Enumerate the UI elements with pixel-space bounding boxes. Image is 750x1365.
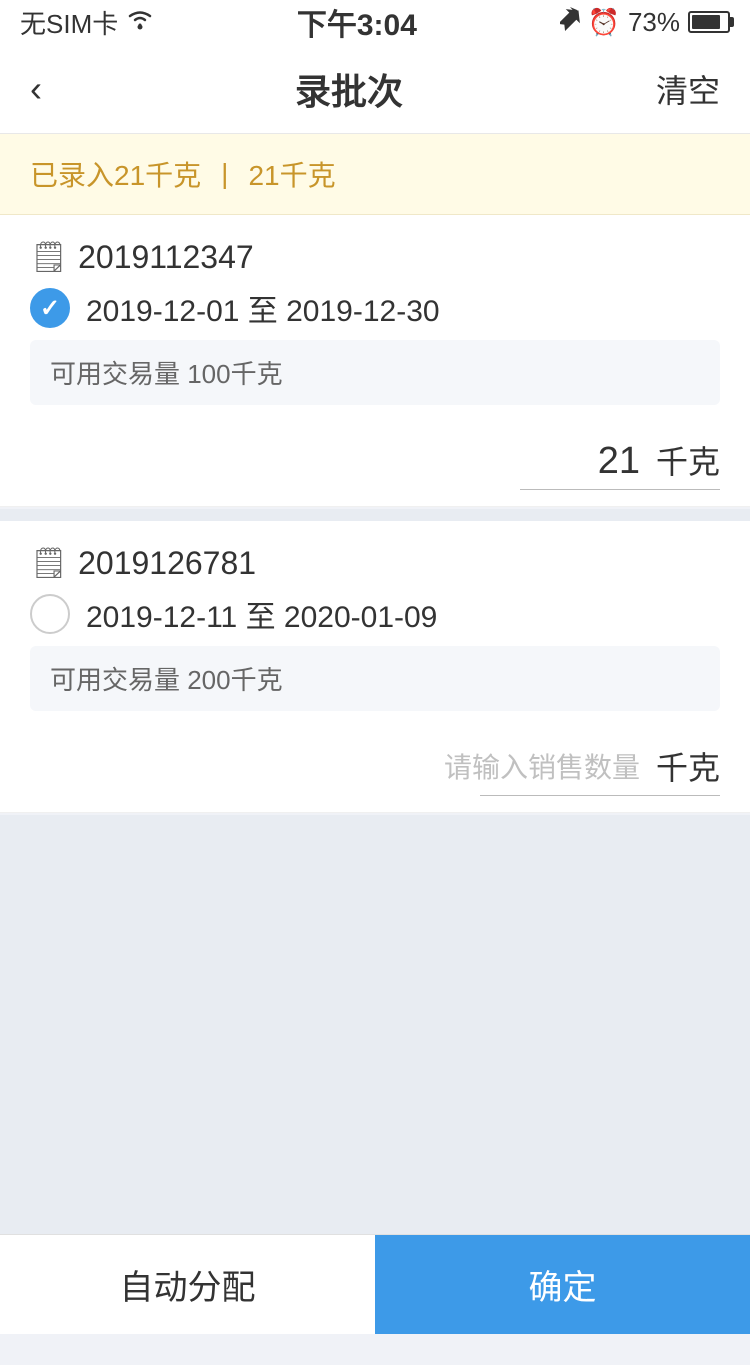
batch1-amount-line: 21 千克 <box>598 437 720 483</box>
batch1-date-row[interactable]: 2019-12-01 至 2019-12-30 <box>0 276 750 340</box>
batch2-date: 2019-12-11 至 2020-01-09 <box>86 592 437 636</box>
confirm-button[interactable]: 确定 <box>375 1235 750 1334</box>
batch1-icon: 🗒 <box>30 240 68 275</box>
batch2-number: 2019126781 <box>78 545 256 582</box>
alarm-icon: ⏰ <box>588 7 620 38</box>
carrier-text: 无SIM卡 <box>20 4 118 41</box>
batch1-amount-unit: 千克 <box>656 437 720 483</box>
section-separator <box>0 509 750 521</box>
recorded-label: 已录入21千克 <box>30 154 201 194</box>
battery-percent: 73% <box>628 7 680 38</box>
batch2-radio[interactable] <box>30 594 70 634</box>
batch1-available: 可用交易量 100千克 <box>30 340 720 405</box>
batch2-input-inner: 请输入销售数量 千克 <box>30 743 720 789</box>
batch2-header: 🗒 2019126781 <box>0 521 750 582</box>
batch1-amount-row: 21 千克 <box>0 421 750 507</box>
batch2-icon: 🗒 <box>30 546 68 581</box>
clear-button[interactable]: 清空 <box>656 66 720 112</box>
grey-area <box>0 815 750 1265</box>
wifi-icon <box>126 7 154 38</box>
batch1-radio[interactable] <box>30 288 70 328</box>
batch2-input-wrap: 请输入销售数量 千克 <box>30 743 720 796</box>
page-title: 录批次 <box>295 63 403 115</box>
batch1-number: 2019112347 <box>78 239 254 276</box>
batch2-available: 可用交易量 200千克 <box>30 646 720 711</box>
summary-divider: | <box>221 158 228 190</box>
batch1-date: 2019-12-01 至 2019-12-30 <box>86 286 440 330</box>
location-icon <box>560 7 580 38</box>
batch2-date-row[interactable]: 2019-12-11 至 2020-01-09 <box>0 582 750 646</box>
summary-value: 21千克 <box>248 154 335 194</box>
auto-distribute-button[interactable]: 自动分配 <box>0 1235 375 1334</box>
batch1-amount-sep <box>520 489 720 490</box>
summary-banner: 已录入21千克 | 21千克 <box>0 134 750 215</box>
status-time: 下午3:04 <box>297 0 417 44</box>
batch1-header: 🗒 2019112347 <box>0 215 750 276</box>
nav-bar: ‹ 录批次 清空 <box>0 44 750 134</box>
batch2-card: 🗒 2019126781 2019-12-11 至 2020-01-09 可用交… <box>0 521 750 813</box>
batch2-input-row[interactable]: 请输入销售数量 千克 <box>0 727 750 813</box>
status-left: 无SIM卡 <box>20 4 154 41</box>
bottom-bar: 自动分配 确定 <box>0 1234 750 1334</box>
batch2-input-sep <box>480 795 720 796</box>
battery-icon <box>688 11 730 33</box>
batch2-quantity-placeholder: 请输入销售数量 <box>30 746 640 786</box>
batch2-unit: 千克 <box>656 743 720 789</box>
status-bar: 无SIM卡 下午3:04 ⏰ 73% <box>0 0 750 44</box>
back-button[interactable]: ‹ <box>30 68 42 110</box>
batch1-amount-container: 21 千克 <box>520 437 720 490</box>
batch1-amount-value: 21 <box>598 440 640 483</box>
batch1-card: 🗒 2019112347 2019-12-01 至 2019-12-30 可用交… <box>0 215 750 507</box>
status-right: ⏰ 73% <box>560 7 730 38</box>
